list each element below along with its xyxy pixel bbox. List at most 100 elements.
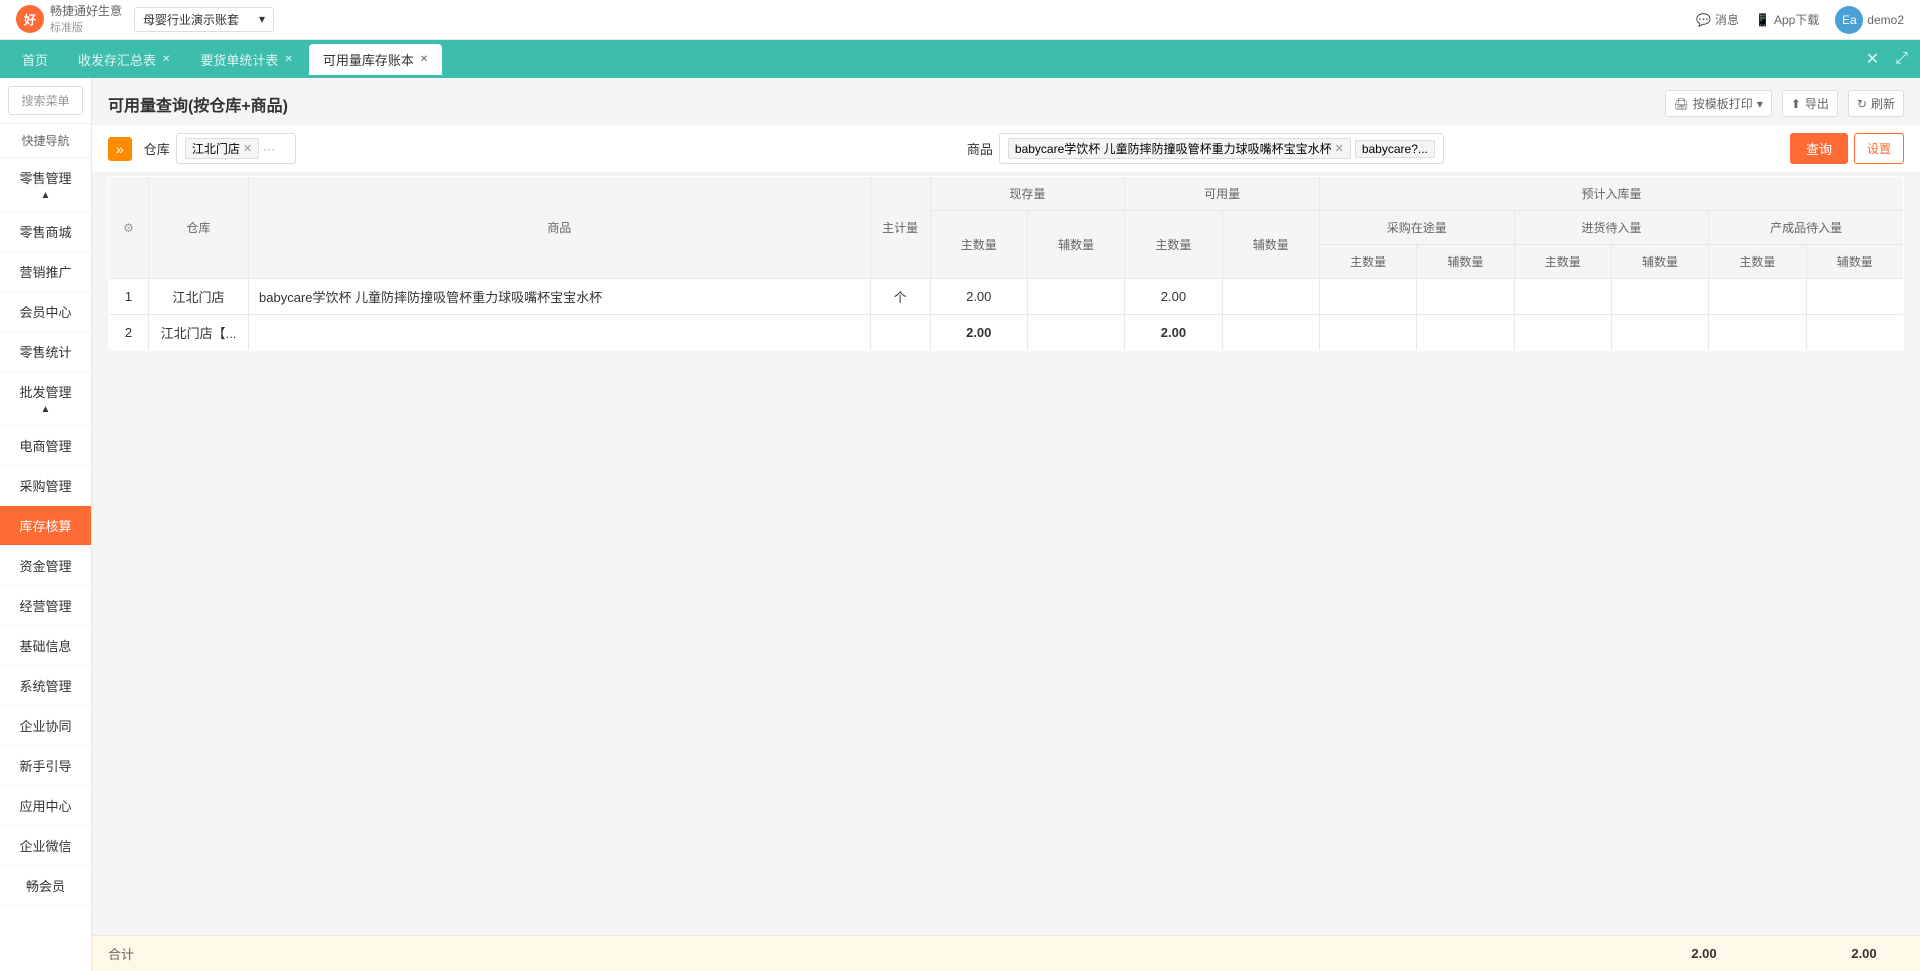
sidebar-item-basic[interactable]: 基础信息 xyxy=(0,626,91,666)
th-available-group: 可用量 xyxy=(1125,177,1320,211)
query-btn[interactable]: 查询 xyxy=(1790,133,1848,164)
tab-close-receive[interactable]: ✕ xyxy=(162,54,170,65)
message-icon: 💬 xyxy=(1696,13,1711,27)
sidebar-item-system[interactable]: 系统管理 xyxy=(0,666,91,706)
th-stock-main: 主数量 xyxy=(930,211,1027,279)
row2-incoming-sub xyxy=(1611,315,1708,351)
sidebar-item-purchase[interactable]: 采购管理 xyxy=(0,466,91,506)
expand-btn[interactable]: ⤢ xyxy=(1891,46,1912,72)
table-row: 2 江北门店【... 2.00 2.00 xyxy=(109,315,1904,351)
th-warehouse: 仓库 xyxy=(149,177,249,279)
sidebar-item-inventory[interactable]: 库存核算 xyxy=(0,506,91,546)
footer-available-main: 2.00 xyxy=(1824,946,1904,961)
sidebar-item-guide[interactable]: 新手引导 xyxy=(0,746,91,786)
th-production-sub: 辅数量 xyxy=(1806,245,1903,279)
warehouse-filter-input[interactable]: 江北门店 ✕ ··· xyxy=(176,133,296,164)
row2-purchase-sub xyxy=(1417,315,1514,351)
sidebar-item-member2[interactable]: 畅会员 xyxy=(0,866,91,906)
th-purchase-group: 采购在途量 xyxy=(1319,211,1514,245)
filter-toggle-btn[interactable]: » xyxy=(108,137,132,161)
app-download-action[interactable]: 📱 App下载 xyxy=(1755,11,1819,28)
tab-available[interactable]: 可用量库存账本 ✕ xyxy=(309,44,442,75)
tab-receive[interactable]: 收发存汇总表 ✕ xyxy=(64,44,184,75)
sidebar-item-ecommerce[interactable]: 电商管理 xyxy=(0,426,91,466)
filter-dots[interactable]: ··· xyxy=(263,142,275,156)
sidebar-item-finance[interactable]: 资金管理 xyxy=(0,546,91,586)
sidebar-item-wechat[interactable]: 企业微信 xyxy=(0,826,91,866)
sidebar-item-wholesale-mgmt[interactable]: 批发管理 ▲ xyxy=(0,372,91,426)
sidebar-item-retail-stats[interactable]: 零售统计 xyxy=(0,332,91,372)
table-container[interactable]: ⚙ 仓库 商品 主计量 现存量 可用量 预计入库量 主数量 辅数量 主数量 辅数… xyxy=(92,176,1920,935)
sidebar-search-area: 搜索菜单 xyxy=(0,78,91,124)
row2-warehouse: 江北门店【... xyxy=(149,315,249,351)
row2-stock-sub xyxy=(1027,315,1124,351)
chevron-down-icon: ▾ xyxy=(1757,97,1763,111)
tab-bar-right: ✕ ⤢ xyxy=(1862,45,1912,73)
footer-label: 合计 xyxy=(108,944,188,963)
product-filter-input[interactable]: babycare学饮杯 儿童防摔防撞吸管杯重力球吸嘴杯宝宝水杯 ✕ babyca… xyxy=(999,133,1444,164)
sidebar-item-label: 应用中心 xyxy=(19,796,71,815)
row1-production-sub xyxy=(1806,279,1903,315)
th-stock-group: 现存量 xyxy=(930,177,1125,211)
tab-order[interactable]: 要货单统计表 ✕ xyxy=(186,44,306,75)
export-btn[interactable]: ⬆ 导出 xyxy=(1782,90,1838,117)
close-all-tabs-btn[interactable]: ✕ xyxy=(1862,45,1883,73)
th-stock-sub: 辅数量 xyxy=(1027,211,1124,279)
warehouse-filter-label: 仓库 xyxy=(144,139,170,158)
print-icon: 🖨 xyxy=(1674,97,1689,111)
message-action[interactable]: 💬 消息 xyxy=(1696,11,1739,28)
warehouse-tag-close[interactable]: ✕ xyxy=(243,142,252,155)
th-incoming-main: 主数量 xyxy=(1514,245,1611,279)
th-production-main: 主数量 xyxy=(1709,245,1806,279)
filter-warehouse-group: 仓库 江北门店 ✕ ··· xyxy=(144,133,955,164)
row1-num: 1 xyxy=(109,279,149,315)
page-actions: 🖨 按模板打印 ▾ ⬆ 导出 ↻ 刷新 xyxy=(1665,90,1904,117)
tab-close-order[interactable]: ✕ xyxy=(284,54,292,65)
sidebar-item-retail-mall[interactable]: 零售商城 xyxy=(0,212,91,252)
row1-purchase-main xyxy=(1319,279,1416,315)
app-icon: 📱 xyxy=(1755,13,1770,27)
quick-nav-btn[interactable]: 快捷导航 xyxy=(0,124,91,158)
chevron-icon: ▲ xyxy=(41,404,51,415)
row1-production-main xyxy=(1709,279,1806,315)
sidebar-item-label: 畅会员 xyxy=(26,876,65,895)
industry-select[interactable]: 母婴行业演示账套 ▾ xyxy=(134,7,274,32)
user-action[interactable]: Ea demo2 xyxy=(1835,6,1904,34)
sidebar-item-label: 企业微信 xyxy=(19,836,71,855)
row2-num: 2 xyxy=(109,315,149,351)
warehouse-tag: 江北门店 ✕ xyxy=(185,138,259,159)
sidebar-item-label: 库存核算 xyxy=(19,516,71,535)
content-area: 可用量查询(按仓库+商品) 🖨 按模板打印 ▾ ⬆ 导出 ↻ 刷新 » xyxy=(92,78,1920,971)
logo-subtext: 标准版 xyxy=(50,19,122,35)
print-btn[interactable]: 🖨 按模板打印 ▾ xyxy=(1665,90,1772,117)
sidebar-item-label: 零售管理 xyxy=(19,168,71,187)
sidebar-item-retail-mgmt[interactable]: 零售管理 ▲ xyxy=(0,158,91,212)
filter-actions: 查询 设置 xyxy=(1790,133,1904,164)
product-tag1-close[interactable]: ✕ xyxy=(1335,142,1344,155)
row1-incoming-sub xyxy=(1611,279,1708,315)
tab-close-available[interactable]: ✕ xyxy=(420,54,428,65)
tab-home[interactable]: 首页 xyxy=(8,44,62,75)
sidebar-item-enterprise[interactable]: 企业协同 xyxy=(0,706,91,746)
sidebar-item-label: 零售统计 xyxy=(19,342,71,361)
search-menu-btn[interactable]: 搜索菜单 xyxy=(8,86,83,115)
sidebar-item-appstore[interactable]: 应用中心 xyxy=(0,786,91,826)
sidebar-item-member[interactable]: 会员中心 xyxy=(0,292,91,332)
row2-purchase-main xyxy=(1319,315,1416,351)
sidebar-item-label: 电商管理 xyxy=(19,436,71,455)
row1-incoming-main xyxy=(1514,279,1611,315)
row2-production-main xyxy=(1709,315,1806,351)
row2-production-sub xyxy=(1806,315,1903,351)
row2-stock-main: 2.00 xyxy=(930,315,1027,351)
settings-icon[interactable]: ⚙ xyxy=(123,221,134,235)
sidebar-item-marketing[interactable]: 营销推广 xyxy=(0,252,91,292)
sidebar-item-label: 批发管理 xyxy=(19,382,71,401)
settings-btn[interactable]: 设置 xyxy=(1854,133,1904,164)
th-product: 商品 xyxy=(249,177,871,279)
row1-available-main: 2.00 xyxy=(1125,279,1222,315)
refresh-btn[interactable]: ↻ 刷新 xyxy=(1848,90,1904,117)
filter-product-group: 商品 babycare学饮杯 儿童防摔防撞吸管杯重力球吸嘴杯宝宝水杯 ✕ bab… xyxy=(967,133,1778,164)
th-settings: ⚙ xyxy=(109,177,149,279)
sidebar-item-operation[interactable]: 经营管理 xyxy=(0,586,91,626)
sidebar-item-label: 经营管理 xyxy=(19,596,71,615)
